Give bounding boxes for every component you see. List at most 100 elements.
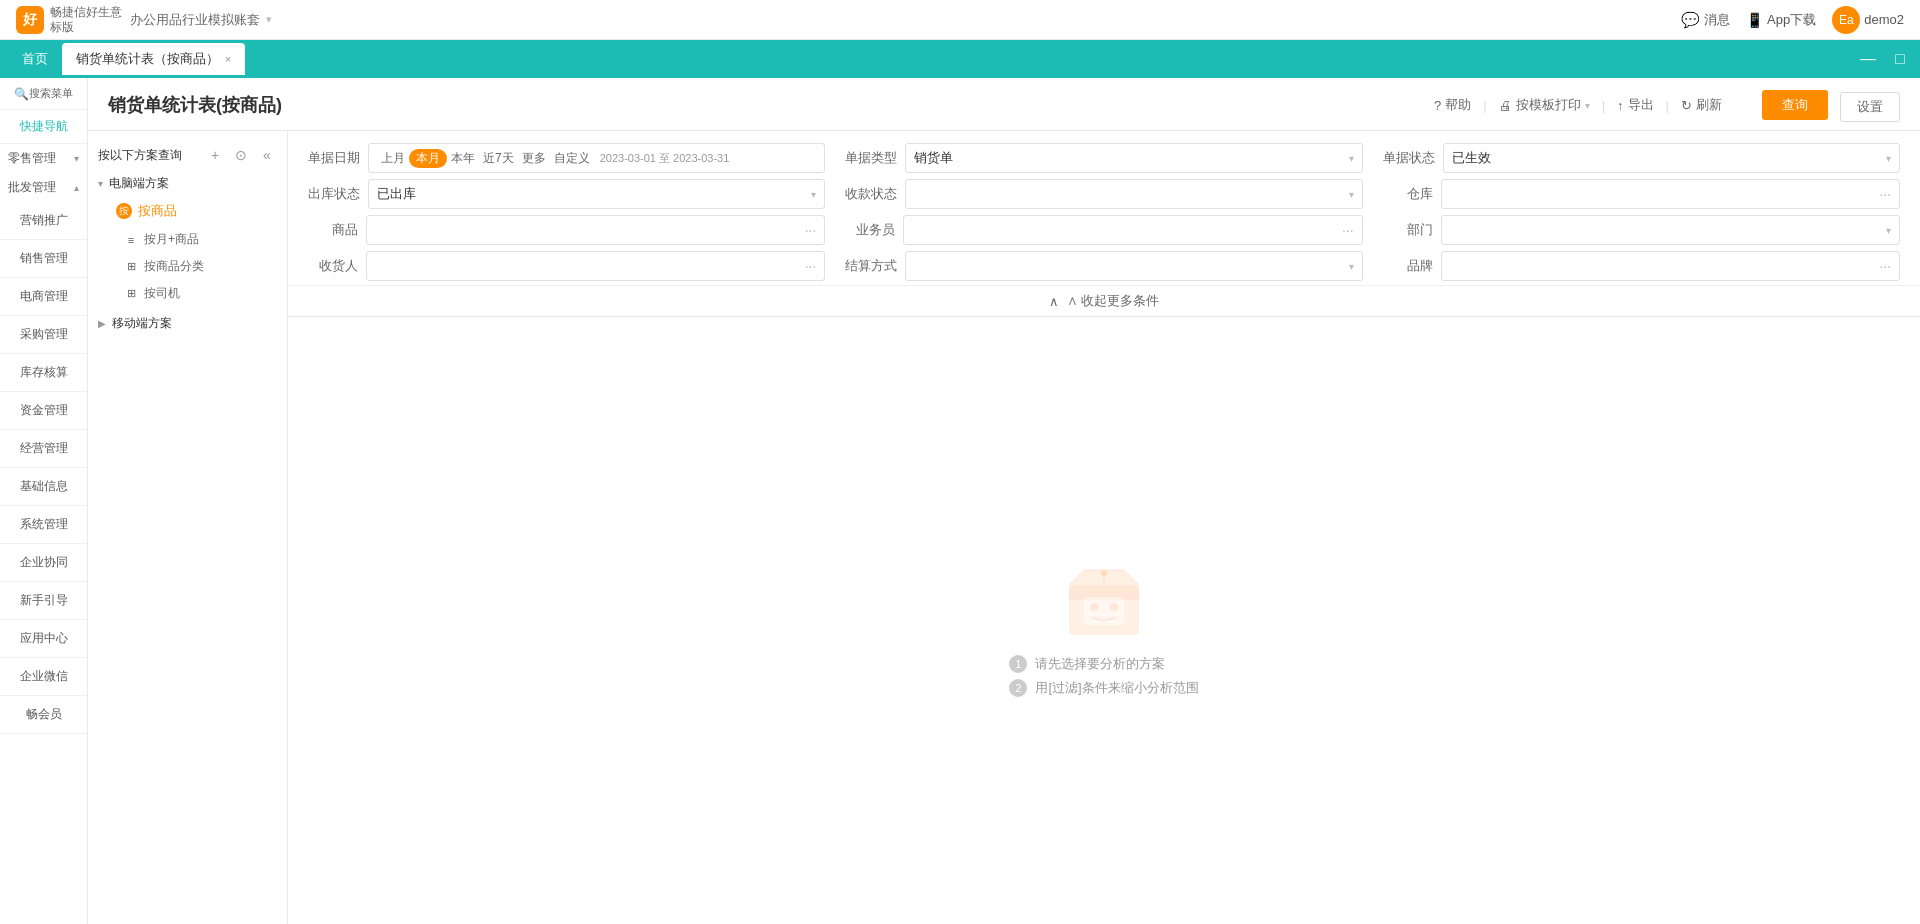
date-tab-last-month[interactable]: 上月 [377,150,409,167]
goods-input[interactable]: ··· [366,215,825,245]
empty-illustration [1049,545,1159,645]
scheme-item-by-category[interactable]: ⊞ 按商品分类 [88,253,287,280]
tab-close-icon[interactable]: × [225,53,231,65]
filter-row-4: 收货人 ··· 结算方式 ▾ [288,249,1920,285]
template-print-button[interactable]: 🖨 按模板打印 ▾ [1499,96,1590,114]
sidebar-item-member[interactable]: 畅会员 [0,696,87,734]
below-header: 按以下方案查询 + ⊙ « ▾ 电脑端方案 按 按商品 [88,131,1920,924]
avatar: Ea [1832,6,1860,34]
scheme-subitem-icon2: ⊞ [124,260,138,274]
message-button[interactable]: 💬 消息 [1681,11,1730,29]
logo-icon: 好 [16,6,44,34]
sidebar-item-ecommerce[interactable]: 电商管理 [0,278,87,316]
sidebar-item-marketing[interactable]: 营销推广 [0,202,87,240]
sidebar-item-sales[interactable]: 销售管理 [0,240,87,278]
salesman-label: 业务员 [845,221,903,239]
breadcrumb[interactable]: 办公用品行业模拟账套 ▾ [130,11,272,29]
sidebar-item-retail[interactable]: 零售管理 ▾ [0,144,87,173]
scheme-group-pc: ▾ 电脑端方案 按 按商品 ≡ 按月+商品 ⊞ 按商品分类 [88,171,287,307]
settings-button[interactable]: 设置 [1840,92,1900,122]
user-area[interactable]: Ea demo2 [1832,6,1904,34]
logo-area: 好 畅捷信好生意 标版 [16,5,122,34]
scheme-group-pc-title[interactable]: ▾ 电脑端方案 [88,171,287,196]
out-dropdown-icon: ▾ [811,189,816,200]
sidebar-item-system[interactable]: 系统管理 [0,506,87,544]
tabs-right-actions: — □ [1856,47,1912,71]
page-actions: ? 帮助 | 🖨 按模板打印 ▾ | ↑ 导出 | ↻ 刷新 [1434,88,1900,122]
type-select[interactable]: 销货单 ▾ [905,143,1362,173]
status-dropdown-icon: ▾ [1886,153,1891,164]
date-tab-this-year[interactable]: 本年 [447,150,479,167]
scheme-item-by-month-goods[interactable]: ≡ 按月+商品 [88,226,287,253]
sidebar-item-appstore[interactable]: 应用中心 [0,620,87,658]
scheme-item-by-goods[interactable]: 按 按商品 [88,196,287,226]
export-button[interactable]: ↑ 导出 [1617,96,1654,114]
phone-icon: 📱 [1746,12,1763,28]
out-select[interactable]: 已出库 ▾ [368,179,825,209]
collect-select[interactable]: ▾ [905,179,1362,209]
salesman-dots-icon: ··· [1342,222,1354,238]
date-filter-control[interactable]: 上月 本月 本年 近7天 更多 自定义 2023-03-01 至 2023-03… [368,143,825,173]
sidebar-item-collab[interactable]: 企业协同 [0,544,87,582]
warehouse-input[interactable]: ··· [1441,179,1900,209]
status-select[interactable]: 已生效 ▾ [1443,143,1900,173]
tab-minimize-button[interactable]: — [1856,47,1880,71]
refresh-button[interactable]: ↻ 刷新 [1681,96,1722,114]
export-icon: ↑ [1617,98,1624,113]
collapse-filter-button[interactable]: ∧ ∧ 收起更多条件 [288,285,1920,316]
filter-row-3: 商品 ··· 业务员 ··· [288,213,1920,249]
filter-salesman-item: 业务员 ··· [845,215,1362,245]
app-download-button[interactable]: 📱 App下载 [1746,11,1816,29]
sidebar-item-operations[interactable]: 经营管理 [0,430,87,468]
tab-home[interactable]: 首页 [8,43,62,75]
sidebar-item-inventory[interactable]: 库存核算 [0,354,87,392]
sidebar-quick-nav[interactable]: 快捷导航 [0,110,87,144]
sidebar-item-basic[interactable]: 基础信息 [0,468,87,506]
date-tab-this-month[interactable]: 本月 [409,149,447,168]
sidebar-item-purchase[interactable]: 采购管理 [0,316,87,354]
date-range-text: 2023-03-01 至 2023-03-31 [600,151,730,166]
sidebar: 🔍 搜索菜单 快捷导航 零售管理 ▾ 批发管理 ▴ 营销推广 销售管理 电商管理… [0,78,88,924]
filter-date-item: 单据日期 上月 本月 本年 近7天 更多 自定义 2023-03-01 至 20… [308,143,825,173]
filter-out-item: 出库状态 已出库 ▾ [308,179,825,209]
tab-expand-button[interactable]: □ [1888,47,1912,71]
empty-hints: 1 请先选择要分析的方案 2 用[过滤]条件来缩小分析范围 [1009,655,1198,697]
sidebar-item-wholesale[interactable]: 批发管理 ▴ [0,173,87,202]
filter-brand-item: 品牌 ··· [1383,251,1900,281]
out-label: 出库状态 [308,185,368,203]
scheme-settings-button[interactable]: ⊙ [231,145,251,165]
full-filter-panel: 单据日期 上月 本月 本年 近7天 更多 自定义 2023-03-01 至 20… [288,131,1920,317]
scheme-add-button[interactable]: + [205,145,225,165]
receiver-input[interactable]: ··· [366,251,825,281]
divider1: | [1483,98,1486,113]
scheme-subitem-icon1: ≡ [124,233,138,247]
sidebar-item-guide[interactable]: 新手引导 [0,582,87,620]
date-tab-7days[interactable]: 近7天 [479,150,518,167]
sidebar-search[interactable]: 🔍 搜索菜单 [0,78,87,110]
scheme-subitem-icon3: ⊞ [124,287,138,301]
tab-active[interactable]: 销货单统计表（按商品） × [62,43,245,75]
dept-select[interactable]: ▾ [1441,215,1900,245]
date-tab-custom[interactable]: 自定义 [550,150,594,167]
help-button[interactable]: ? 帮助 [1434,96,1471,114]
page-title: 销货单统计表(按商品) [108,93,282,117]
date-label: 单据日期 [308,149,368,167]
date-tab-more[interactable]: 更多 [518,150,550,167]
salesman-input[interactable]: ··· [903,215,1362,245]
scheme-group-mobile-title[interactable]: ▶ 移动端方案 [88,311,287,336]
page-header: 销货单统计表(按商品) ? 帮助 | 🖨 按模板打印 ▾ | ↑ 导出 | [88,78,1920,131]
payment-select[interactable]: ▾ [905,251,1362,281]
query-button[interactable]: 查询 [1762,90,1828,120]
dept-dropdown-icon: ▾ [1886,225,1891,236]
brand-input[interactable]: ··· [1441,251,1900,281]
status-label: 单据状态 [1383,149,1443,167]
svg-point-4 [1090,603,1098,611]
svg-point-5 [1110,603,1118,611]
filter-goods-item: 商品 ··· [308,215,825,245]
scheme-item-by-driver[interactable]: ⊞ 按司机 [88,280,287,307]
refresh-icon: ↻ [1681,98,1692,113]
sidebar-item-weixin[interactable]: 企业微信 [0,658,87,696]
print-icon: 🖨 [1499,98,1512,113]
sidebar-item-finance[interactable]: 资金管理 [0,392,87,430]
scheme-collapse-button[interactable]: « [257,145,277,165]
